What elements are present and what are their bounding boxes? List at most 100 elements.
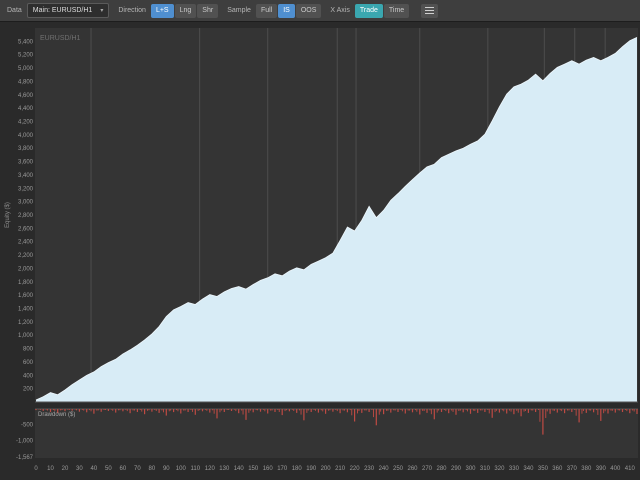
svg-text:3,800: 3,800 (18, 146, 34, 152)
svg-text:0: 0 (34, 466, 38, 472)
svg-text:3,400: 3,400 (18, 173, 34, 179)
svg-text:220: 220 (350, 466, 361, 472)
app-window: Data Main: EURUSD/H1 ▾ Direction L+S Lng S… (0, 0, 640, 480)
xaxis-option-trade[interactable]: Trade (354, 3, 383, 18)
svg-text:5,000: 5,000 (18, 66, 34, 72)
svg-text:390: 390 (596, 466, 607, 472)
svg-text:600: 600 (23, 360, 34, 366)
svg-text:1,000: 1,000 (18, 333, 34, 339)
svg-text:200: 200 (23, 387, 34, 393)
svg-text:380: 380 (581, 466, 592, 472)
svg-text:60: 60 (120, 466, 127, 472)
direction-option-l-s[interactable]: L+S (150, 3, 174, 18)
svg-text:4,800: 4,800 (18, 79, 34, 85)
chart-title-watermark: EURUSD/H1 (40, 35, 81, 42)
direction-option-lng[interactable]: Lng (174, 3, 197, 18)
svg-text:140: 140 (234, 466, 245, 472)
svg-text:280: 280 (436, 466, 447, 472)
svg-text:3,200: 3,200 (18, 186, 34, 192)
svg-text:90: 90 (163, 466, 170, 472)
svg-text:330: 330 (509, 466, 520, 472)
svg-text:360: 360 (552, 466, 563, 472)
svg-text:270: 270 (422, 466, 433, 472)
svg-text:4,400: 4,400 (18, 106, 34, 112)
direction-option-shr[interactable]: Shr (197, 3, 219, 18)
svg-text:190: 190 (306, 466, 317, 472)
svg-text:120: 120 (205, 466, 216, 472)
svg-text:2,000: 2,000 (18, 266, 34, 272)
svg-text:-1,000: -1,000 (16, 438, 34, 444)
xaxis-label: X Axis (330, 7, 350, 14)
svg-text:240: 240 (379, 466, 390, 472)
sample-option-is[interactable]: IS (278, 3, 295, 18)
svg-text:260: 260 (407, 466, 418, 472)
svg-text:-1,567: -1,567 (16, 455, 34, 461)
svg-text:180: 180 (292, 466, 303, 472)
menu-button[interactable] (421, 3, 439, 18)
svg-text:5,400: 5,400 (18, 39, 34, 45)
svg-text:250: 250 (393, 466, 404, 472)
svg-text:170: 170 (277, 466, 288, 472)
svg-text:400: 400 (23, 373, 34, 379)
svg-text:20: 20 (62, 466, 69, 472)
svg-text:160: 160 (263, 466, 274, 472)
svg-text:4,200: 4,200 (18, 120, 34, 126)
svg-text:2,600: 2,600 (18, 226, 34, 232)
svg-text:2,200: 2,200 (18, 253, 34, 259)
sample-option-oos[interactable]: OOS (295, 3, 322, 18)
toolbar: Data Main: EURUSD/H1 ▾ Direction L+S Lng S… (0, 0, 640, 22)
svg-text:3,600: 3,600 (18, 160, 34, 166)
svg-text:320: 320 (494, 466, 505, 472)
data-source-value: Main: EURUSD/H1 (32, 7, 93, 14)
svg-text:130: 130 (219, 466, 230, 472)
direction-label: Direction (118, 7, 146, 14)
trade-x-axis-ticks: 0 10 20 30 40 50 60 70 80 90 100 110 120 130 140 150 160… (34, 466, 635, 472)
svg-text:290: 290 (451, 466, 462, 472)
xaxis-button-group: Trade Time (354, 3, 410, 18)
svg-text:300: 300 (465, 466, 476, 472)
data-source-select[interactable]: Main: EURUSD/H1 ▾ (26, 3, 110, 18)
svg-text:370: 370 (567, 466, 578, 472)
direction-button-group: L+S Lng Shr (150, 3, 219, 18)
svg-text:200: 200 (321, 466, 332, 472)
svg-text:30: 30 (76, 466, 83, 472)
svg-text:800: 800 (23, 347, 34, 353)
svg-text:340: 340 (523, 466, 534, 472)
svg-text:1,200: 1,200 (18, 320, 34, 326)
svg-text:2,800: 2,800 (18, 213, 34, 219)
equity-chart: 2005200620072008200920102011201620172018… (5, 28, 638, 472)
chevron-down-icon: ▾ (100, 8, 104, 14)
svg-text:230: 230 (364, 466, 375, 472)
svg-text:40: 40 (91, 466, 98, 472)
svg-text:80: 80 (149, 466, 156, 472)
data-label: Data (7, 7, 22, 14)
sample-option-full[interactable]: Full (255, 3, 278, 18)
svg-text:50: 50 (105, 466, 112, 472)
svg-text:5,200: 5,200 (18, 53, 34, 59)
drawdown-y-axis-ticks: -500 -1,000 -1,567 (16, 423, 34, 461)
sample-button-group: Full IS OOS (255, 3, 322, 18)
svg-text:-500: -500 (21, 423, 34, 429)
svg-text:350: 350 (538, 466, 549, 472)
xaxis-option-time[interactable]: Time (383, 3, 410, 18)
svg-text:110: 110 (191, 466, 201, 472)
svg-text:1,400: 1,400 (18, 307, 34, 313)
svg-text:4,600: 4,600 (18, 93, 34, 99)
hamburger-icon (425, 7, 435, 14)
svg-text:400: 400 (610, 466, 621, 472)
svg-text:410: 410 (625, 466, 636, 472)
drawdown-panel-label: Drawdown ($) (38, 412, 75, 418)
svg-text:310: 310 (480, 466, 491, 472)
svg-text:1,600: 1,600 (18, 293, 34, 299)
sample-label: Sample (227, 7, 251, 14)
equity-y-axis-ticks: 200 400 600 800 1,000 1,200 1,400 1,600 1,800 2,0… (18, 39, 34, 392)
svg-text:1,800: 1,800 (18, 280, 34, 286)
chart-region: 2005200620072008200920102011201620172018… (0, 22, 640, 480)
svg-text:3,000: 3,000 (18, 200, 34, 206)
svg-text:2,400: 2,400 (18, 240, 34, 246)
svg-text:100: 100 (176, 466, 187, 472)
svg-text:10: 10 (47, 466, 54, 472)
drawdown-plot-bg (35, 409, 638, 458)
svg-text:4,000: 4,000 (18, 133, 34, 139)
equity-axis-label: Equity ($) (5, 202, 11, 228)
